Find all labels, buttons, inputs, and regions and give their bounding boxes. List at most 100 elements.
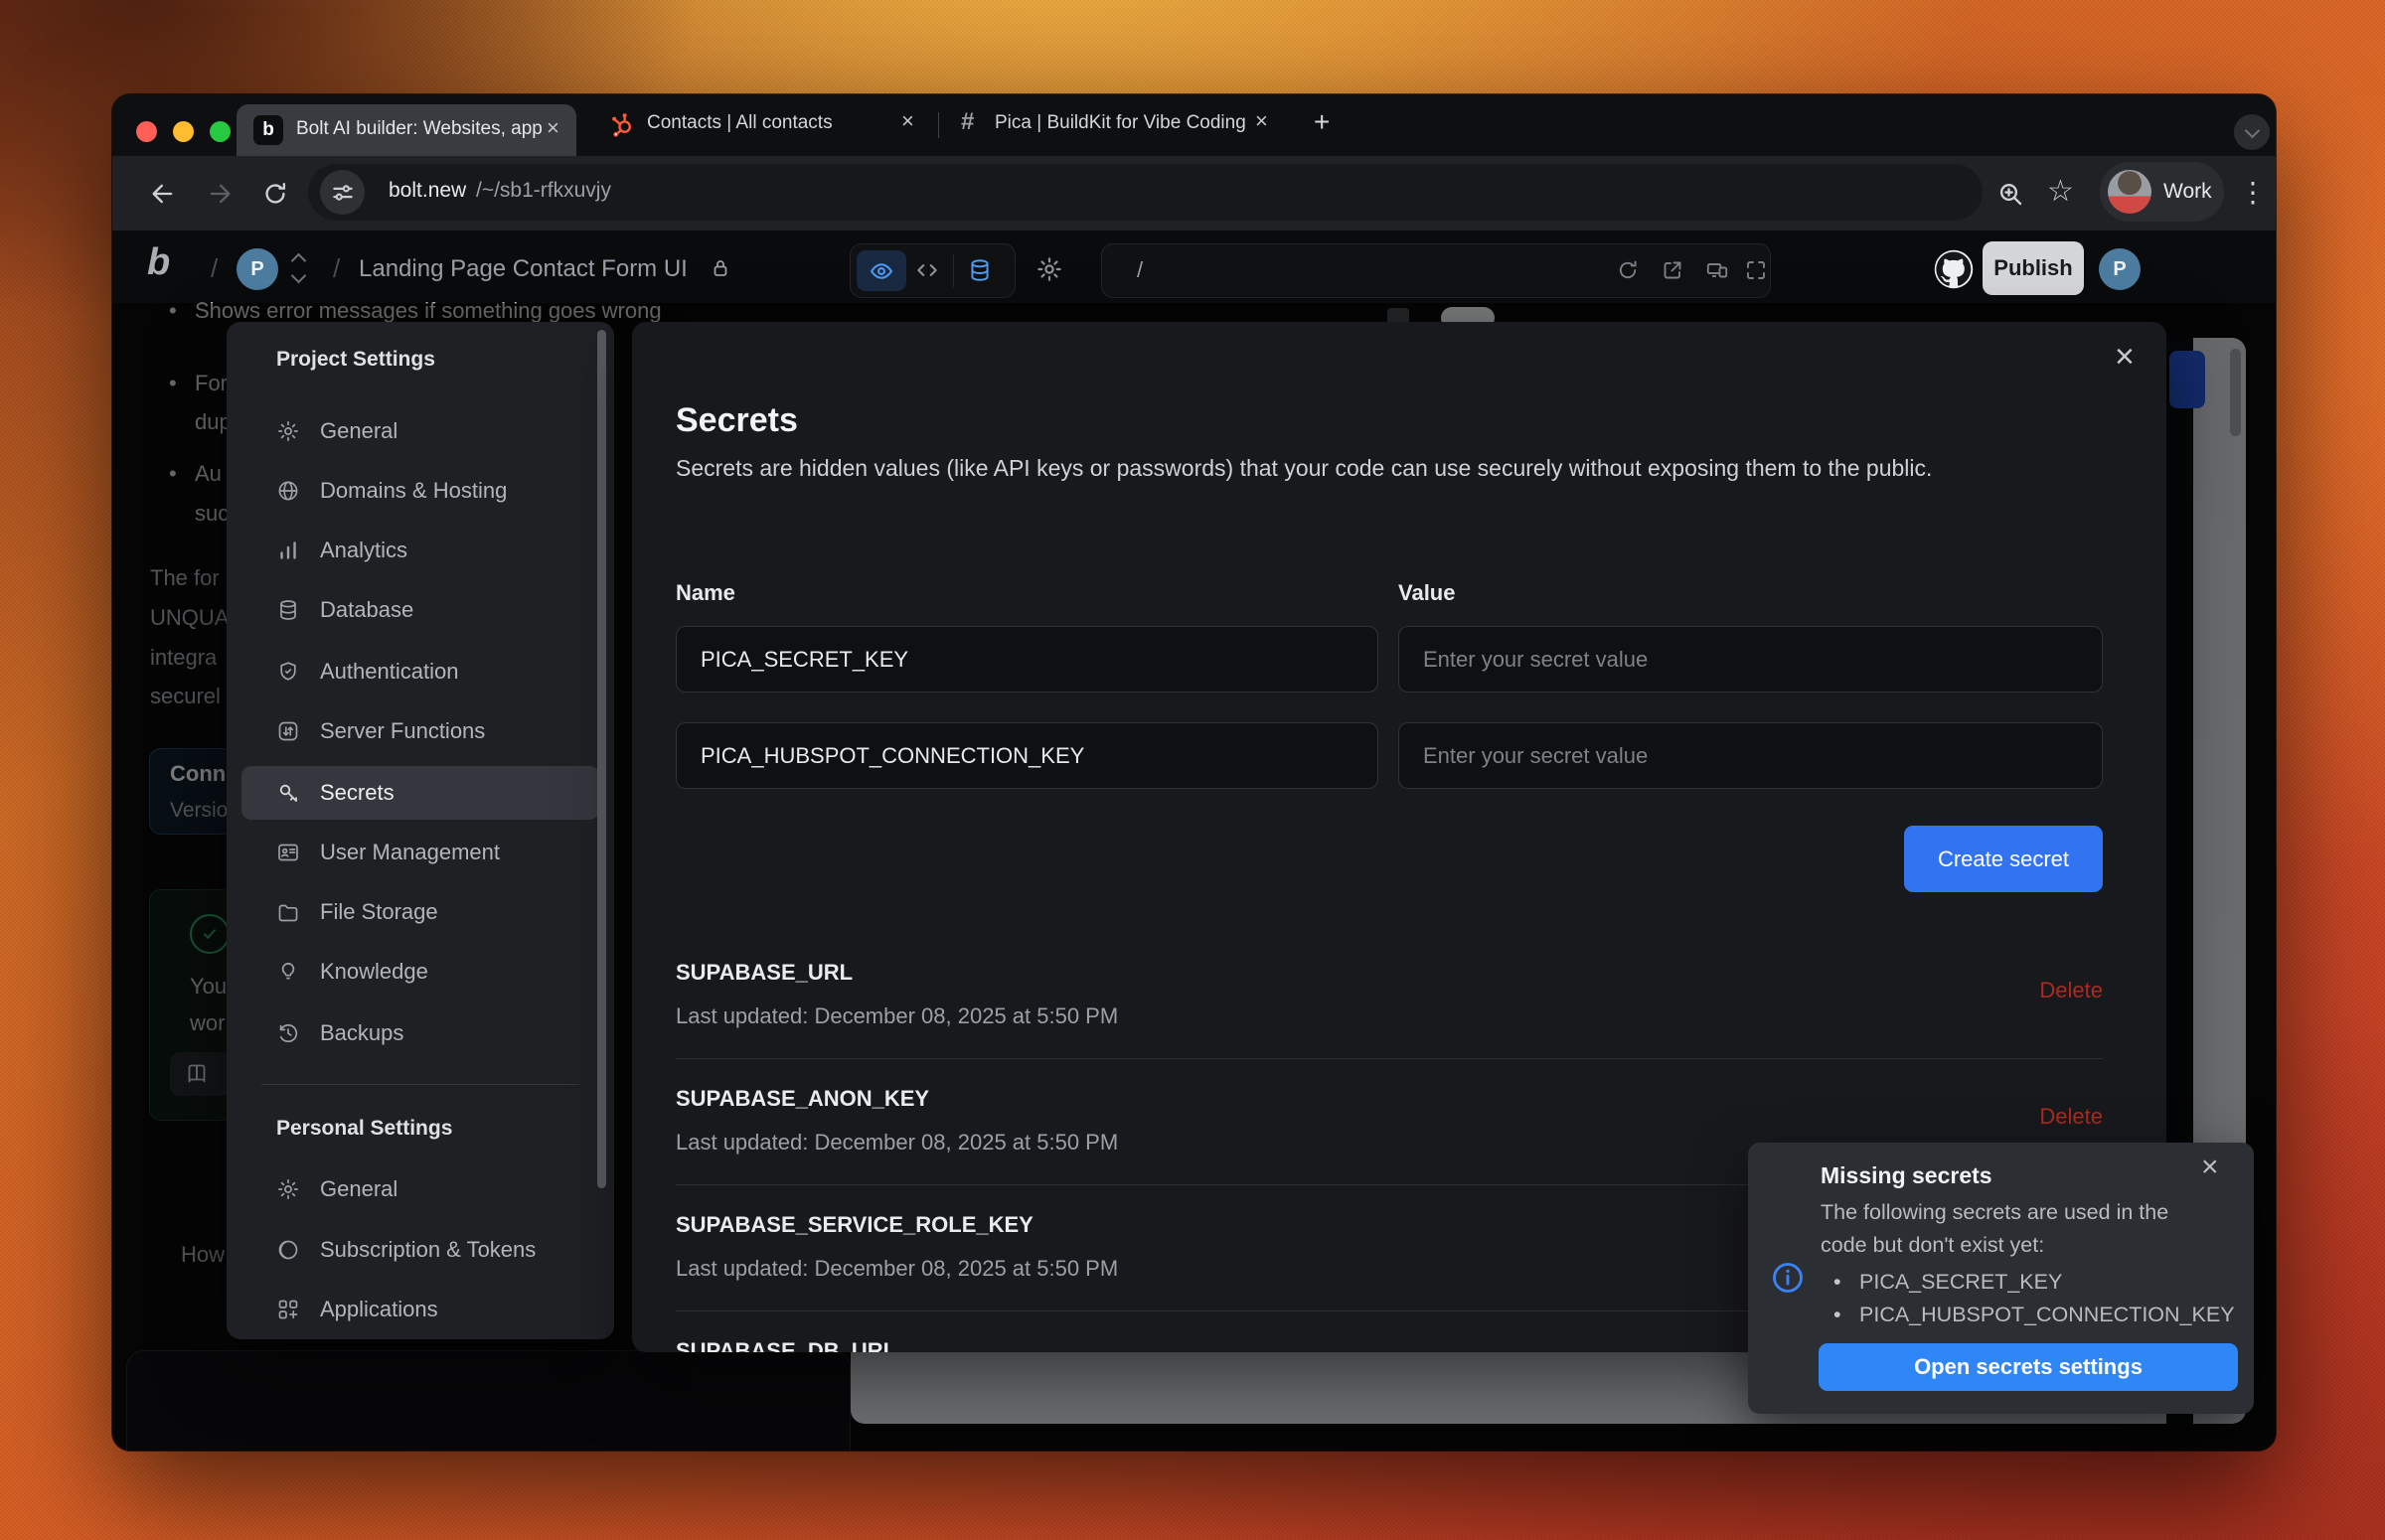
code-view-toggle[interactable] [914,257,940,283]
address-bar[interactable]: bolt.new /~/sb1-rfkxuvjy [308,164,1983,221]
sidebar-item-label: Analytics [320,538,408,562]
sidebar-item-database[interactable]: Database [241,583,599,637]
breadcrumb-separator: / [211,253,219,283]
sidebar-item-applications[interactable]: Applications [241,1283,599,1336]
preview-url-bar[interactable]: / [1101,243,1771,298]
preview-reload-icon[interactable] [1616,258,1640,282]
sidebar-item-domains[interactable]: Domains & Hosting [241,464,599,518]
avatar [2108,170,2151,214]
team-avatar[interactable]: P [237,248,278,290]
sidebar-scrollbar[interactable] [597,330,606,1188]
user-avatar[interactable]: P [2099,248,2141,290]
profile-label: Work [2163,180,2212,203]
tab-close-icon[interactable]: × [547,117,559,139]
open-external-icon[interactable] [1661,258,1684,282]
sidebar-item-label: Knowledge [320,959,428,984]
tab-bolt[interactable]: b Bolt AI builder: Websites, app × [237,104,576,156]
sidebar-item-backups[interactable]: Backups [241,1006,599,1060]
user-card-icon [278,844,298,861]
database-toggle[interactable] [967,257,993,283]
delete-button[interactable]: Delete [2039,978,2103,1003]
tab-search-button[interactable] [2234,114,2270,150]
profile-chip[interactable]: Work [2100,162,2224,222]
bolt-logo[interactable]: b [147,241,170,284]
hash-favicon-icon: # [961,108,975,135]
tab-pica[interactable]: Pica | BuildKit for Vibe Coding [995,112,1245,134]
name-label: Name [676,580,735,605]
analytics-icon [280,541,296,559]
project-switcher-icon[interactable] [290,252,307,284]
forward-icon[interactable] [206,180,234,208]
secret-value-input[interactable] [1398,626,2103,693]
missing-secrets-toast: × Missing secrets The following secrets … [1748,1143,2254,1414]
sidebar-item-label: Applications [320,1297,438,1321]
publish-button[interactable]: Publish [1983,241,2084,295]
sidebar-item-file-storage[interactable]: File Storage [241,885,599,939]
kebab-menu-icon[interactable]: ⋮ [2239,176,2267,209]
row-divider [676,1058,2103,1059]
breadcrumb-separator: / [333,253,341,283]
sidebar-item-label: General [320,1176,398,1201]
sidebar-item-general[interactable]: General [241,404,599,458]
tab-contacts[interactable]: Contacts | All contacts [647,112,871,134]
tab-strip: b Bolt AI builder: Websites, app × Conta… [112,94,2276,156]
back-icon[interactable] [149,180,177,208]
database-icon [280,600,296,620]
toast-close-icon[interactable]: × [2201,1151,2219,1184]
settings-gear-icon[interactable] [1035,255,1063,283]
reload-icon[interactable] [261,180,289,208]
browser-window: b Bolt AI builder: Websites, app × Conta… [112,94,2276,1451]
view-toggle-group [850,243,1016,298]
traffic-minimize-icon[interactable] [173,121,194,142]
lock-icon [709,256,732,280]
new-tab-button[interactable]: + [1314,106,1330,138]
bookmark-star-icon[interactable]: ☆ [2047,174,2074,209]
tab-close-icon[interactable]: × [901,110,914,132]
create-secret-button[interactable]: Create secret [1904,826,2103,892]
hubspot-favicon-icon [609,111,637,139]
github-icon[interactable] [1933,248,1975,290]
close-icon[interactable]: × [2115,340,2135,374]
secret-value-input[interactable] [1398,722,2103,789]
browser-toolbar: bolt.new /~/sb1-rfkxuvjy ☆ Work ⋮ [112,156,2276,231]
sidebar-item-analytics[interactable]: Analytics [241,524,599,577]
open-secrets-settings-button[interactable]: Open secrets settings [1819,1343,2238,1391]
traffic-close-icon[interactable] [136,121,157,142]
value-label: Value [1398,580,1456,605]
sidebar-item-label: Database [320,597,414,622]
sidebar-item-user-management[interactable]: User Management [241,826,599,879]
sidebar-item-authentication[interactable]: Authentication [241,645,599,698]
secret-row-name: SUPABASE_URL [676,960,854,985]
sidebar-item-label: File Storage [320,899,438,924]
sidebar-item-label: Authentication [320,659,459,684]
sidebar-item-personal-general[interactable]: General [241,1162,599,1216]
sidebar-item-knowledge[interactable]: Knowledge [241,945,599,999]
sidebar-item-label: Secrets [320,780,395,805]
secret-row-updated: Last updated: December 08, 2025 at 5:50 … [676,1003,1119,1028]
sidebar-item-server-functions[interactable]: Server Functions [241,704,599,758]
sidebar-item-label: Subscription & Tokens [320,1237,537,1262]
zoom-icon[interactable] [1995,179,2025,209]
devices-icon[interactable] [1705,258,1729,282]
shield-icon [280,662,296,681]
divider [953,254,954,287]
project-settings-header: Project Settings [276,348,435,371]
tab-divider [938,112,939,138]
site-settings-icon[interactable] [320,170,365,215]
globe-icon [278,481,298,501]
server-functions-icon [278,721,298,741]
personal-settings-header: Personal Settings [276,1117,453,1140]
secret-row-name: SUPABASE_ANON_KEY [676,1086,930,1111]
sidebar-item-secrets[interactable]: Secrets [241,766,599,820]
delete-button[interactable]: Delete [2039,1104,2103,1130]
secret-name-input[interactable] [676,626,1378,693]
panel-description: Secrets are hidden values (like API keys… [676,455,1933,481]
traffic-zoom-icon[interactable] [210,121,231,142]
preview-eye-toggle[interactable] [857,250,906,291]
panel-title: Secrets [676,401,798,439]
fullscreen-icon[interactable] [1744,258,1768,282]
secret-name-input[interactable] [676,722,1378,789]
tab-close-icon[interactable]: × [1255,110,1268,132]
sidebar-item-subscription[interactable]: Subscription & Tokens [241,1223,599,1277]
lightbulb-icon [281,963,295,980]
